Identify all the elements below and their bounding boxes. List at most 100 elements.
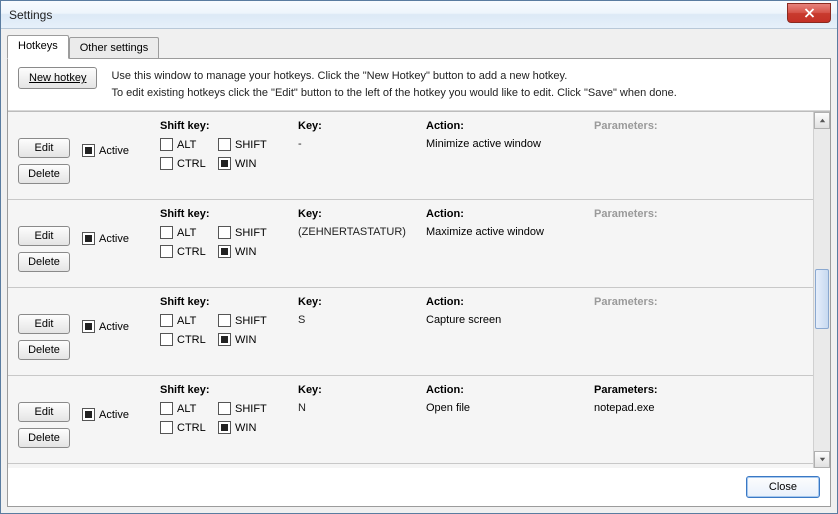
shiftkey-header: Shift key: [160, 296, 290, 308]
tab-label: Other settings [80, 42, 148, 54]
active-checkbox[interactable] [82, 320, 95, 333]
hotkey-list: Edit Delete Active Shift key: ALT SHIFT CTRL WI… [8, 111, 830, 468]
shift-label: SHIFT [235, 227, 267, 239]
shift-label: SHIFT [235, 139, 267, 151]
active-checkbox[interactable] [82, 232, 95, 245]
delete-button[interactable]: Delete [18, 164, 70, 184]
active-label: Active [99, 409, 129, 421]
alt-label: ALT [177, 227, 196, 239]
key-header: Key: [298, 296, 418, 308]
win-checkbox[interactable] [218, 157, 231, 170]
help-line: Use this window to manage your hotkeys. … [111, 68, 676, 85]
close-icon [804, 8, 815, 18]
action-column: Action: Maximize active window [426, 208, 586, 238]
key-header: Key: [298, 384, 418, 396]
scroll-down-button[interactable] [814, 451, 830, 468]
key-header: Key: [298, 120, 418, 132]
ctrl-checkbox[interactable] [160, 421, 173, 434]
hotkey-row: EditDeleteActiveShift key:ALTSHIFTCTRLWI… [8, 288, 813, 376]
help-text: Use this window to manage your hotkeys. … [111, 67, 676, 102]
hotkey-row: EditDeleteActiveShift key:ALTSHIFTCTRLWI… [8, 376, 813, 464]
hotkey-row: EditDeleteActiveShift key:ALTSHIFTCTRLWI… [8, 200, 813, 288]
tab-hotkeys[interactable]: Hotkeys [7, 35, 69, 59]
toolbar-row: New hotkey Use this window to manage you… [8, 59, 830, 111]
client-area: Hotkeys Other settings New hotkey Use th… [1, 29, 837, 513]
action-value: Maximize active window [426, 226, 586, 238]
parameters-header: Parameters: [594, 208, 803, 220]
win-checkbox[interactable] [218, 421, 231, 434]
edit-button[interactable]: Edit [18, 314, 70, 334]
parameters-header: Parameters: [594, 384, 803, 396]
key-column: Key:N [298, 384, 418, 414]
new-hotkey-button[interactable]: New hotkey [18, 67, 97, 89]
window-close-button[interactable] [787, 3, 831, 23]
active-label: Active [99, 145, 129, 157]
footer: Close [8, 468, 830, 506]
delete-button[interactable]: Delete [18, 340, 70, 360]
row-buttons: Edit Delete [18, 208, 74, 272]
edit-button[interactable]: Edit [18, 138, 70, 158]
win-checkbox[interactable] [218, 333, 231, 346]
key-header: Key: [298, 208, 418, 220]
shift-checkbox[interactable] [218, 226, 231, 239]
active-checkbox[interactable] [82, 144, 95, 157]
active-column: Active [82, 384, 152, 421]
ctrl-checkbox[interactable] [160, 333, 173, 346]
action-column: Action:Minimize active window [426, 120, 586, 150]
key-column: Key: - [298, 120, 418, 150]
shift-checkbox[interactable] [218, 138, 231, 151]
alt-label: ALT [177, 315, 196, 327]
action-header: Action: [426, 120, 586, 132]
shiftkey-header: Shift key: [160, 120, 290, 132]
scroll-up-button[interactable] [814, 112, 830, 129]
parameters-value: notepad.exe [594, 402, 803, 414]
alt-checkbox[interactable] [160, 314, 173, 327]
shift-label: SHIFT [235, 403, 267, 415]
win-label: WIN [235, 334, 256, 346]
window-title: Settings [9, 8, 52, 22]
vertical-scrollbar[interactable] [813, 112, 830, 468]
shiftkey-header: Shift key: [160, 384, 290, 396]
edit-button[interactable]: Edit [18, 226, 70, 246]
parameters-column: Parameters: notepad.exe [594, 384, 803, 414]
tab-panel-hotkeys: New hotkey Use this window to manage you… [7, 58, 831, 507]
shift-checkbox[interactable] [218, 314, 231, 327]
alt-label: ALT [177, 403, 196, 415]
ctrl-checkbox[interactable] [160, 157, 173, 170]
key-value: S [298, 314, 418, 326]
key-column: Key: S [298, 296, 418, 326]
alt-checkbox[interactable] [160, 138, 173, 151]
hotkey-list-viewport: Edit Delete Active Shift key: ALT SHIFT CTRL WI… [8, 112, 813, 468]
key-value: (ZEHNERTASTATUR) [298, 226, 418, 238]
delete-button[interactable]: Delete [18, 428, 70, 448]
hotkey-row: EditDeleteActiveShift key:ALTSHIFTCTRLWI… [8, 112, 813, 200]
help-line: To edit existing hotkeys click the "Edit… [111, 85, 676, 102]
tab-other-settings[interactable]: Other settings [69, 37, 159, 58]
action-value: Open file [426, 402, 586, 414]
action-column: Action:Capture screen [426, 296, 586, 326]
active-column: Active [82, 296, 152, 333]
delete-button[interactable]: Delete [18, 252, 70, 272]
active-label: Active [99, 233, 129, 245]
ctrl-label: CTRL [177, 334, 206, 346]
shiftkey-column: Shift key:ALTSHIFTCTRLWIN [160, 296, 290, 346]
alt-checkbox[interactable] [160, 226, 173, 239]
active-checkbox[interactable] [82, 408, 95, 421]
shift-checkbox[interactable] [218, 402, 231, 415]
scroll-thumb[interactable] [815, 269, 829, 329]
scroll-track[interactable] [814, 129, 830, 451]
parameters-header: Parameters: [594, 120, 803, 132]
key-value: - [298, 138, 418, 150]
shiftkey-column: Shift key:ALTSHIFTCTRLWIN [160, 208, 290, 258]
ctrl-checkbox[interactable] [160, 245, 173, 258]
action-header: Action: [426, 208, 586, 220]
shiftkey-column: Shift key:ALTSHIFTCTRLWIN [160, 384, 290, 434]
titlebar: Settings [1, 1, 837, 29]
alt-label: ALT [177, 139, 196, 151]
action-header: Action: [426, 384, 586, 396]
alt-checkbox[interactable] [160, 402, 173, 415]
win-label: WIN [235, 246, 256, 258]
edit-button[interactable]: Edit [18, 402, 70, 422]
close-button[interactable]: Close [746, 476, 820, 498]
win-checkbox[interactable] [218, 245, 231, 258]
